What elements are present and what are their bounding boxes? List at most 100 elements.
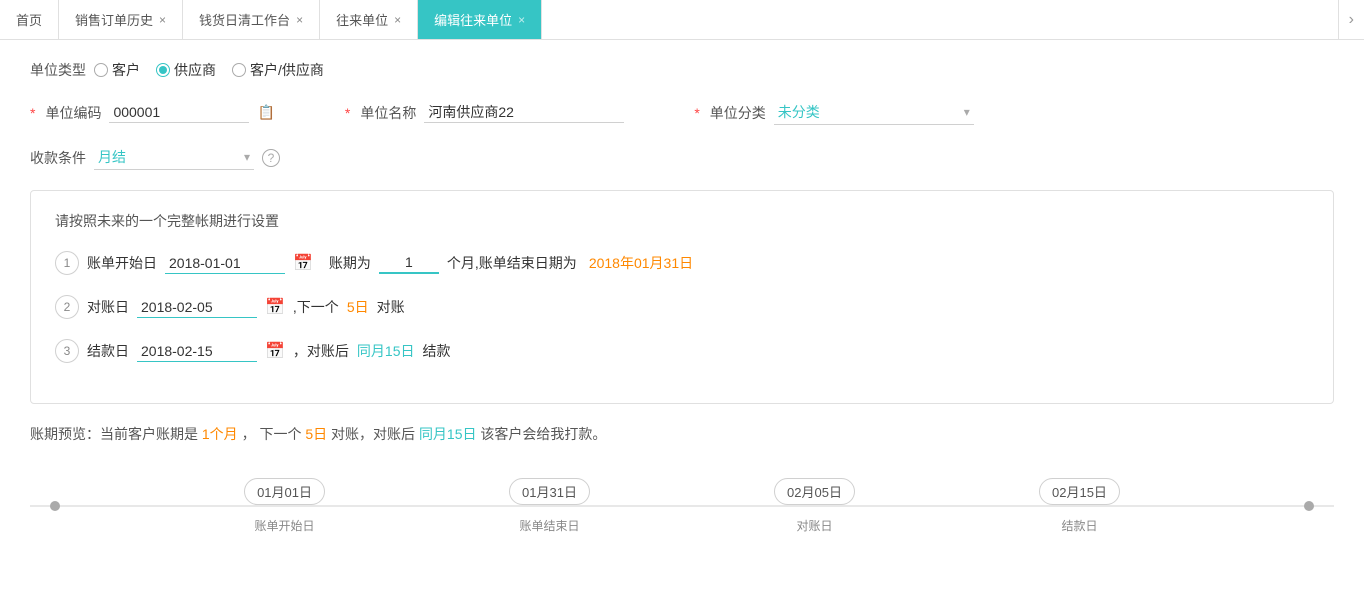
timeline-label-4: 结款日 [1061,517,1097,534]
period-input[interactable] [379,252,439,274]
calendar-icon-3[interactable]: 📅 [265,341,285,361]
tab-edit-contact-label: 编辑往来单位 [434,10,512,29]
timeline-badge-3: 02月05日 [774,478,855,505]
payment-terms-arrow: ▾ [244,150,250,164]
preview-payment-day: 同月15日 [419,426,477,442]
radio-customer[interactable]: 客户 [94,60,140,80]
setting-num-3: 3 [55,339,79,363]
payment-terms-select[interactable]: 月结 ▾ [94,145,254,170]
tab-edit-contact-close[interactable]: × [518,13,525,27]
timeline-end [1304,501,1314,511]
setting-row-2: 2 对账日 📅 ,下一个 5日 对账 [55,295,1309,319]
preview-comma: ， [242,426,256,442]
timeline-item-3: 02月05日 对账日 [774,478,855,534]
setting-row-1: 1 账单开始日 📅 账期为 个月,账单结束日期为 2018年01月31日 [55,251,1309,275]
setting-label-1: 账单开始日 [87,253,157,273]
timeline-item-1: 01月01日 账单开始日 [244,478,325,534]
preview-reconcile-prefix: 下一个 [259,426,301,442]
tab-cash-work-label: 钱货日清工作台 [199,10,290,29]
start-date-input[interactable] [165,253,285,274]
timeline-label-2: 账单结束日 [520,517,580,534]
copy-icon[interactable]: 📋 [257,104,274,121]
payment-terms-row: 收款条件 月结 ▾ ? [30,145,1334,170]
reconcile-day-highlight: 5日 [347,297,369,317]
unit-code-input[interactable] [109,102,249,123]
tab-scroll-arrow[interactable]: › [1338,0,1364,39]
preview-period: 1个月 [202,426,238,442]
timeline-start-dot [50,501,60,511]
unit-category-select[interactable]: 未分类 ▾ [774,100,974,125]
unit-category-value: 未分类 [778,102,960,122]
unit-name-input[interactable] [424,102,624,123]
tab-edit-contact[interactable]: 编辑往来单位 × [418,0,542,39]
tab-home[interactable]: 首页 [0,0,59,39]
radio-supplier-label: 供应商 [174,60,216,80]
unit-name-label: 单位名称 [360,103,416,123]
setting-label-3: 结款日 [87,341,129,361]
tab-sales-history[interactable]: 销售订单历史 × [59,0,183,39]
setting-label-2: 对账日 [87,297,129,317]
radio-both[interactable]: 客户/供应商 [232,60,324,80]
unit-type-field: 单位类型 客户 供应商 客户/供应商 [30,60,324,80]
setting-row-3: 3 结款日 📅 ，对账后 同月15日 结款 [55,339,1309,363]
unit-code-star: * [30,105,35,121]
timeline-badge-2: 01月31日 [509,478,590,505]
tab-cash-work-close[interactable]: × [296,13,303,27]
radio-both-circle [232,63,246,77]
settings-panel: 请按照未来的一个完整帐期进行设置 1 账单开始日 📅 账期为 个月,账单结束日期… [30,190,1334,404]
unit-type-label: 单位类型 [30,60,86,80]
timeline-badge-4: 02月15日 [1039,478,1120,505]
preview-reconcile-suffix: 对账，对账后 [331,426,415,442]
tab-bar: 首页 销售订单历史 × 钱货日清工作台 × 往来单位 × 编辑往来单位 × › [0,0,1364,40]
unit-name-field: * 单位名称 [345,102,624,123]
tab-contacts-label: 往来单位 [336,10,388,29]
tab-contacts[interactable]: 往来单位 × [320,0,418,39]
tab-contacts-close[interactable]: × [394,13,401,27]
radio-group-unit-type: 客户 供应商 客户/供应商 [94,60,324,80]
preview-prefix: 账期预览：当前客户账期是 [30,426,198,442]
tab-home-label: 首页 [16,10,42,29]
calendar-icon-1[interactable]: 📅 [293,253,313,273]
tab-sales-history-close[interactable]: × [159,13,166,27]
period-end-date: 2018年01月31日 [589,253,693,273]
radio-supplier-circle [156,63,170,77]
tab-sales-history-label: 销售订单历史 [75,10,153,29]
payment-terms-field: 收款条件 月结 ▾ ? [30,145,280,170]
main-content: 单位类型 客户 供应商 客户/供应商 * 单位编码 [0,40,1364,608]
unit-name-star: * [345,105,350,121]
help-icon[interactable]: ? [262,149,280,167]
timeline: 01月01日 账单开始日 01月31日 账单结束日 02月05日 对账日 02月… [30,468,1334,544]
payment-date-input[interactable] [137,341,257,362]
timeline-label-1: 账单开始日 [255,517,315,534]
payment-day-highlight: 同月15日 [357,341,415,361]
preview-payment-suffix: 该客户会给我打款。 [480,426,606,442]
payment-terms-value: 月结 [98,147,240,167]
period-unit-label: 个月,账单结束日期为 [447,253,577,273]
setting-num-2: 2 [55,295,79,319]
timeline-end-dot [1304,501,1314,511]
radio-customer-label: 客户 [112,60,140,80]
calendar-icon-2[interactable]: 📅 [265,297,285,317]
payment-terms-label: 收款条件 [30,148,86,168]
preview-text: 账期预览：当前客户账期是 1个月 ， 下一个 5日 对账，对账后 同月15日 该… [30,424,1334,444]
panel-title: 请按照未来的一个完整帐期进行设置 [55,211,1309,231]
payment-after: 结款 [423,341,451,361]
unit-type-row: 单位类型 客户 供应商 客户/供应商 [30,60,1334,80]
radio-customer-circle [94,63,108,77]
setting-num-1: 1 [55,251,79,275]
unit-category-arrow: ▾ [964,105,970,119]
tab-cash-work[interactable]: 钱货日清工作台 × [183,0,320,39]
timeline-label-3: 对账日 [796,517,832,534]
unit-category-star: * [694,105,699,121]
unit-info-row: * 单位编码 📋 * 单位名称 * 单位分类 未分类 ▾ [30,100,1334,125]
reconcile-date-input[interactable] [137,297,257,318]
timeline-item-4: 02月15日 结款日 [1039,478,1120,534]
unit-category-label: 单位分类 [710,103,766,123]
radio-supplier[interactable]: 供应商 [156,60,216,80]
unit-code-label: 单位编码 [45,103,101,123]
timeline-items: 01月01日 账单开始日 01月31日 账单结束日 02月05日 对账日 02月… [50,478,1314,534]
unit-category-field: * 单位分类 未分类 ▾ [694,100,973,125]
reconcile-suffix: 对账 [377,297,405,317]
preview-reconcile-day: 5日 [305,426,327,442]
reconcile-prefix: ,下一个 [293,297,339,317]
